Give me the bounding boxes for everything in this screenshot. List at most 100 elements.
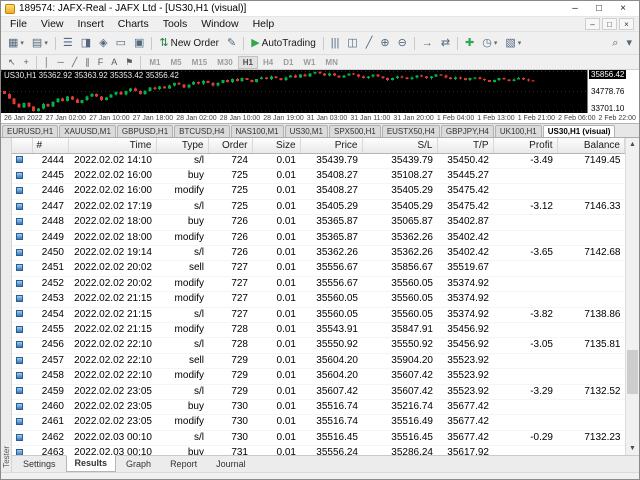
timeframe-mn[interactable]: MN xyxy=(320,56,342,69)
result-row[interactable]: 2462 2022.02.03 00:10 s/l 730 0.01 35516.45 35… xyxy=(12,430,625,447)
chart-tab[interactable]: UK100,H1 xyxy=(494,125,542,137)
new-chart-button[interactable]: ▦ ▾ xyxy=(4,36,28,51)
chart-close-button[interactable]: × xyxy=(619,18,634,30)
result-row[interactable]: 2456 2022.02.02 22:10 s/l 728 0.01 35550.92 35… xyxy=(12,337,625,354)
menu-insert[interactable]: Insert xyxy=(71,18,111,30)
col-[interactable]: # xyxy=(32,138,69,154)
tester-tab-settings[interactable]: Settings xyxy=(14,456,65,472)
result-row[interactable]: 2449 2022.02.02 18:00 modify 726 0.01 35365.8… xyxy=(12,230,625,246)
crosshair-button[interactable]: + xyxy=(20,56,33,69)
chart-minimize-button[interactable]: – xyxy=(585,18,600,30)
horizontal-line-button[interactable]: ─ xyxy=(53,56,67,69)
candlestick-chart[interactable]: US30,H1 35362.92 35363.92 35353.42 35356… xyxy=(1,70,587,113)
result-row[interactable]: 2453 2022.02.02 21:15 modify 727 0.01 35560.0… xyxy=(12,291,625,308)
templates-button[interactable]: ▧ ▾ xyxy=(501,36,525,51)
chart-tab[interactable]: SPX500,H1 xyxy=(329,125,381,137)
autotrading-button[interactable]: ▶ AutoTrading xyxy=(247,36,320,51)
chart-line-button[interactable]: ╱ xyxy=(362,36,377,51)
col-sl[interactable]: S/L xyxy=(362,138,438,154)
tester-tab-journal[interactable]: Journal xyxy=(207,456,255,472)
vertical-line-button[interactable]: │ xyxy=(40,56,54,69)
text-label-button[interactable]: A xyxy=(107,56,121,69)
timeframe-m30[interactable]: M30 xyxy=(212,56,238,69)
result-row[interactable]: 2446 2022.02.02 16:00 modify 725 0.01 35408.2… xyxy=(12,183,625,200)
col-order[interactable]: Order xyxy=(208,138,253,154)
metaeditor-button[interactable]: ✎ xyxy=(223,36,240,51)
zoom-out-button[interactable]: ⊖ xyxy=(394,36,411,51)
col-time[interactable]: Time xyxy=(68,138,157,154)
timeframe-m1[interactable]: M1 xyxy=(144,56,165,69)
new-order-button[interactable]: ⇅ New Order xyxy=(155,36,223,51)
close-button[interactable]: × xyxy=(611,2,635,16)
tester-tab-report[interactable]: Report xyxy=(161,456,206,472)
timeframe-h4[interactable]: H4 xyxy=(258,56,278,69)
chart-tab[interactable]: US30,H1 (visual) xyxy=(542,125,616,137)
chart-restore-button[interactable]: □ xyxy=(602,18,617,30)
timeframe-h1[interactable]: H1 xyxy=(237,55,258,69)
scroll-up-icon[interactable]: ▲ xyxy=(626,138,639,151)
trend-line-button[interactable]: ╱ xyxy=(68,56,81,69)
result-row[interactable]: 2457 2022.02.02 22:10 sell 729 0.01 35604.20 3… xyxy=(12,353,625,370)
cursor-button[interactable]: ↖ xyxy=(4,56,20,69)
terminal-button[interactable]: ▭ xyxy=(112,36,130,51)
col-balance[interactable]: Balance xyxy=(557,138,625,154)
result-row[interactable]: 2454 2022.02.02 21:15 s/l 727 0.01 35560.05 35… xyxy=(12,307,625,323)
tester-tab-results[interactable]: Results xyxy=(65,455,117,472)
minimize-button[interactable]: – xyxy=(563,2,587,16)
maximize-button[interactable]: □ xyxy=(587,2,611,16)
result-row[interactable]: 2455 2022.02.02 21:15 modify 728 0.01 35543.9… xyxy=(12,322,625,339)
col-tp[interactable]: T/P xyxy=(437,138,494,154)
arrows-button[interactable]: ⚑ xyxy=(121,56,137,69)
result-row[interactable]: 2460 2022.02.02 23:05 buy 730 0.01 35516.74 35… xyxy=(12,399,625,416)
profiles-button[interactable]: ▤ ▾ xyxy=(28,36,52,51)
result-row[interactable]: 2461 2022.02.02 23:05 modify 730 0.01 35516.7… xyxy=(12,414,625,431)
navigator-button[interactable]: ◈ xyxy=(95,36,111,51)
market-watch-button[interactable]: ☰ xyxy=(59,36,77,51)
result-row[interactable]: 2463 2022.02.03 00:10 buy 731 0.01 35556.24 35… xyxy=(12,445,625,455)
chart-tab[interactable]: GBPJPY,H4 xyxy=(440,125,494,137)
chart-tab[interactable]: EUSTX50,H4 xyxy=(381,125,440,137)
col-price[interactable]: Price xyxy=(300,138,363,154)
auto-scroll-button[interactable]: → xyxy=(418,36,437,51)
col-type[interactable]: Type xyxy=(156,138,209,154)
data-window-button[interactable]: ◨ xyxy=(77,36,95,51)
menu-file[interactable]: File xyxy=(3,18,34,30)
menu-view[interactable]: View xyxy=(34,18,71,30)
chart-tab[interactable]: BTCUSD,H4 xyxy=(174,125,230,137)
chart-tab[interactable]: NAS100,M1 xyxy=(230,125,284,137)
result-row[interactable]: 2444 2022.02.02 14:10 s/l 724 0.01 35439.79 35… xyxy=(12,153,625,169)
result-row[interactable]: 2451 2022.02.02 20:02 sell 727 0.01 35556.67 3… xyxy=(12,260,625,277)
timeframe-d1[interactable]: D1 xyxy=(278,56,298,69)
chart-candles-button[interactable]: ◫ xyxy=(343,36,361,51)
chart-tab[interactable]: EURUSD,H1 xyxy=(2,125,59,137)
result-row[interactable]: 2459 2022.02.02 23:05 s/l 729 0.01 35607.42 35… xyxy=(12,384,625,401)
col-profit[interactable]: Profit xyxy=(493,138,558,154)
chart-area[interactable]: US30,H1 35362.92 35363.92 35353.42 35356… xyxy=(1,70,639,113)
menu-help[interactable]: Help xyxy=(246,18,282,30)
result-row[interactable]: 2445 2022.02.02 16:00 buy 725 0.01 35408.27 35… xyxy=(12,168,625,185)
menu-tools[interactable]: Tools xyxy=(156,18,195,30)
timeframe-w1[interactable]: W1 xyxy=(298,56,320,69)
chart-tab[interactable]: US30,M1 xyxy=(284,125,328,137)
timeframe-m15[interactable]: M15 xyxy=(187,56,213,69)
chart-tab[interactable]: GBPUSD,H1 xyxy=(116,125,174,137)
table-scrollbar[interactable]: ▲ ▼ xyxy=(625,138,639,455)
scroll-down-icon[interactable]: ▼ xyxy=(626,442,639,455)
col-size[interactable]: Size xyxy=(252,138,301,154)
chart-shift-button[interactable]: ⇄ xyxy=(437,36,454,51)
tester-tab-graph[interactable]: Graph xyxy=(117,456,160,472)
menu-charts[interactable]: Charts xyxy=(111,18,156,30)
chart-tab[interactable]: XAUUSD,M1 xyxy=(59,125,116,137)
zoom-in-button[interactable]: ⊕ xyxy=(376,36,393,51)
fibonacci-button[interactable]: F xyxy=(94,56,108,69)
indicators-button[interactable]: ✚ xyxy=(461,36,478,51)
menu-window[interactable]: Window xyxy=(194,18,245,30)
result-row[interactable]: 2448 2022.02.02 18:00 buy 726 0.01 35365.87 35… xyxy=(12,214,625,231)
result-row[interactable]: 2450 2022.02.02 19:14 s/l 726 0.01 35362.26 35… xyxy=(12,245,625,262)
result-row[interactable]: 2452 2022.02.02 20:02 modify 727 0.01 35556.6… xyxy=(12,276,625,293)
strategy-tester-button[interactable]: ▣ xyxy=(130,36,148,51)
result-row[interactable]: 2458 2022.02.02 22:10 modify 729 0.01 35604.2… xyxy=(12,368,625,385)
scrollbar-thumb[interactable] xyxy=(627,350,638,395)
search-button[interactable]: ⌕ xyxy=(608,36,622,51)
timeframe-m5[interactable]: M5 xyxy=(165,56,186,69)
